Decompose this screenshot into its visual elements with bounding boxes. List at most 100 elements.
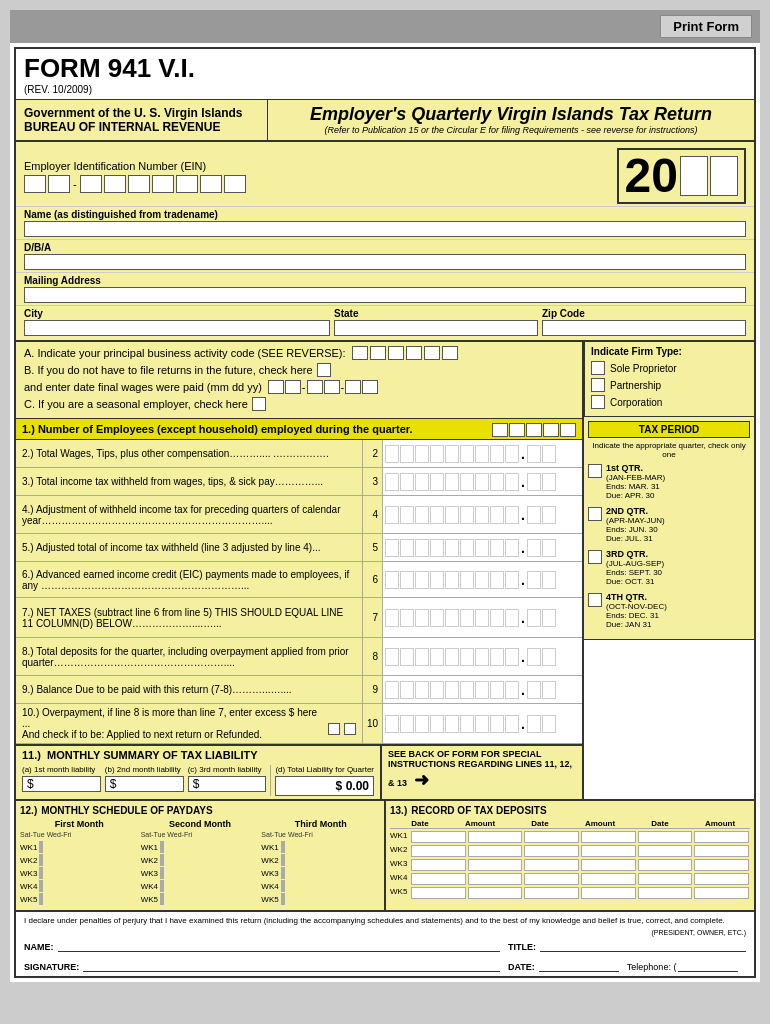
- d7-4[interactable]: [430, 609, 444, 627]
- d9-8[interactable]: [490, 681, 504, 699]
- d2-1[interactable]: [385, 445, 399, 463]
- d3-4[interactable]: [430, 473, 444, 491]
- state-input[interactable]: [334, 320, 538, 336]
- d8-6[interactable]: [460, 648, 474, 666]
- line1-box-1[interactable]: [492, 423, 508, 437]
- d4-9[interactable]: [505, 506, 519, 524]
- d8-8[interactable]: [490, 648, 504, 666]
- d2-4[interactable]: [430, 445, 444, 463]
- d3-2[interactable]: [400, 473, 414, 491]
- rwk2-amt3[interactable]: [694, 845, 749, 857]
- d3-5[interactable]: [445, 473, 459, 491]
- d9-3[interactable]: [415, 681, 429, 699]
- d5-2[interactable]: [400, 539, 414, 557]
- d8-1[interactable]: [385, 648, 399, 666]
- d9-6[interactable]: [460, 681, 474, 699]
- d2-11[interactable]: [542, 445, 556, 463]
- date-yy-1[interactable]: [345, 380, 361, 394]
- d4-6[interactable]: [460, 506, 474, 524]
- rwk3-amt3[interactable]: [694, 859, 749, 871]
- first-wk3-wed[interactable]: [41, 867, 43, 879]
- d6-11[interactable]: [542, 571, 556, 589]
- d5-3[interactable]: [415, 539, 429, 557]
- date-dd-1[interactable]: [307, 380, 323, 394]
- d10-5[interactable]: [445, 715, 459, 733]
- rwk5-amt3[interactable]: [694, 887, 749, 899]
- d4-3[interactable]: [415, 506, 429, 524]
- d9-11[interactable]: [542, 681, 556, 699]
- ein-box-8[interactable]: [200, 175, 222, 193]
- third-wk2-wed[interactable]: [283, 854, 285, 866]
- d6-8[interactable]: [490, 571, 504, 589]
- rwk4-date2[interactable]: [524, 873, 579, 885]
- d8-7[interactable]: [475, 648, 489, 666]
- section-a-box-1[interactable]: [352, 346, 368, 360]
- d10-10[interactable]: [527, 715, 541, 733]
- ein-box-7[interactable]: [176, 175, 198, 193]
- signature-field[interactable]: [83, 956, 500, 972]
- d9-9[interactable]: [505, 681, 519, 699]
- ein-box-9[interactable]: [224, 175, 246, 193]
- d3-11[interactable]: [542, 473, 556, 491]
- d9-7[interactable]: [475, 681, 489, 699]
- d7-6[interactable]: [460, 609, 474, 627]
- d4-10[interactable]: [527, 506, 541, 524]
- d4-2[interactable]: [400, 506, 414, 524]
- qtr-1-checkbox[interactable]: [588, 464, 602, 478]
- d4-5[interactable]: [445, 506, 459, 524]
- d6-2[interactable]: [400, 571, 414, 589]
- rwk2-amt1[interactable]: [468, 845, 523, 857]
- d10-11[interactable]: [542, 715, 556, 733]
- ein-box-5[interactable]: [128, 175, 150, 193]
- refunded-checkbox[interactable]: [344, 723, 356, 735]
- d6-1[interactable]: [385, 571, 399, 589]
- second-wk3-wed[interactable]: [162, 867, 164, 879]
- second-wk2-wed[interactable]: [162, 854, 164, 866]
- name-field[interactable]: [58, 936, 501, 952]
- d6-4[interactable]: [430, 571, 444, 589]
- date-field[interactable]: [539, 956, 619, 972]
- d3-9[interactable]: [505, 473, 519, 491]
- second-wk1-wed[interactable]: [162, 841, 164, 853]
- first-wk5-wed[interactable]: [41, 893, 43, 905]
- qtr-3-checkbox[interactable]: [588, 550, 602, 564]
- d8-4[interactable]: [430, 648, 444, 666]
- qtr-2-checkbox[interactable]: [588, 507, 602, 521]
- ml-input-a[interactable]: $: [22, 776, 101, 792]
- d8-5[interactable]: [445, 648, 459, 666]
- dba-input[interactable]: [24, 254, 746, 270]
- d2-10[interactable]: [527, 445, 541, 463]
- first-wk4-wed[interactable]: [41, 880, 43, 892]
- d3-7[interactable]: [475, 473, 489, 491]
- city-input[interactable]: [24, 320, 330, 336]
- line1-box-2[interactable]: [509, 423, 525, 437]
- d5-8[interactable]: [490, 539, 504, 557]
- d9-1[interactable]: [385, 681, 399, 699]
- d6-7[interactable]: [475, 571, 489, 589]
- d9-4[interactable]: [430, 681, 444, 699]
- d6-9[interactable]: [505, 571, 519, 589]
- rwk4-amt3[interactable]: [694, 873, 749, 885]
- d6-3[interactable]: [415, 571, 429, 589]
- rwk2-date1[interactable]: [411, 845, 466, 857]
- d3-10[interactable]: [527, 473, 541, 491]
- d10-8[interactable]: [490, 715, 504, 733]
- d5-9[interactable]: [505, 539, 519, 557]
- rwk1-date2[interactable]: [524, 831, 579, 843]
- date-dd-2[interactable]: [324, 380, 340, 394]
- d2-7[interactable]: [475, 445, 489, 463]
- d7-8[interactable]: [490, 609, 504, 627]
- rwk3-date3[interactable]: [638, 859, 693, 871]
- d8-10[interactable]: [527, 648, 541, 666]
- d4-8[interactable]: [490, 506, 504, 524]
- d5-1[interactable]: [385, 539, 399, 557]
- section-a-box-2[interactable]: [370, 346, 386, 360]
- first-wk2-wed[interactable]: [41, 854, 43, 866]
- section-a-box-3[interactable]: [388, 346, 404, 360]
- d5-4[interactable]: [430, 539, 444, 557]
- d7-11[interactable]: [542, 609, 556, 627]
- telephone-field[interactable]: [678, 956, 738, 972]
- rwk5-amt2[interactable]: [581, 887, 636, 899]
- year-box-2[interactable]: [710, 156, 738, 196]
- second-wk4-wed[interactable]: [162, 880, 164, 892]
